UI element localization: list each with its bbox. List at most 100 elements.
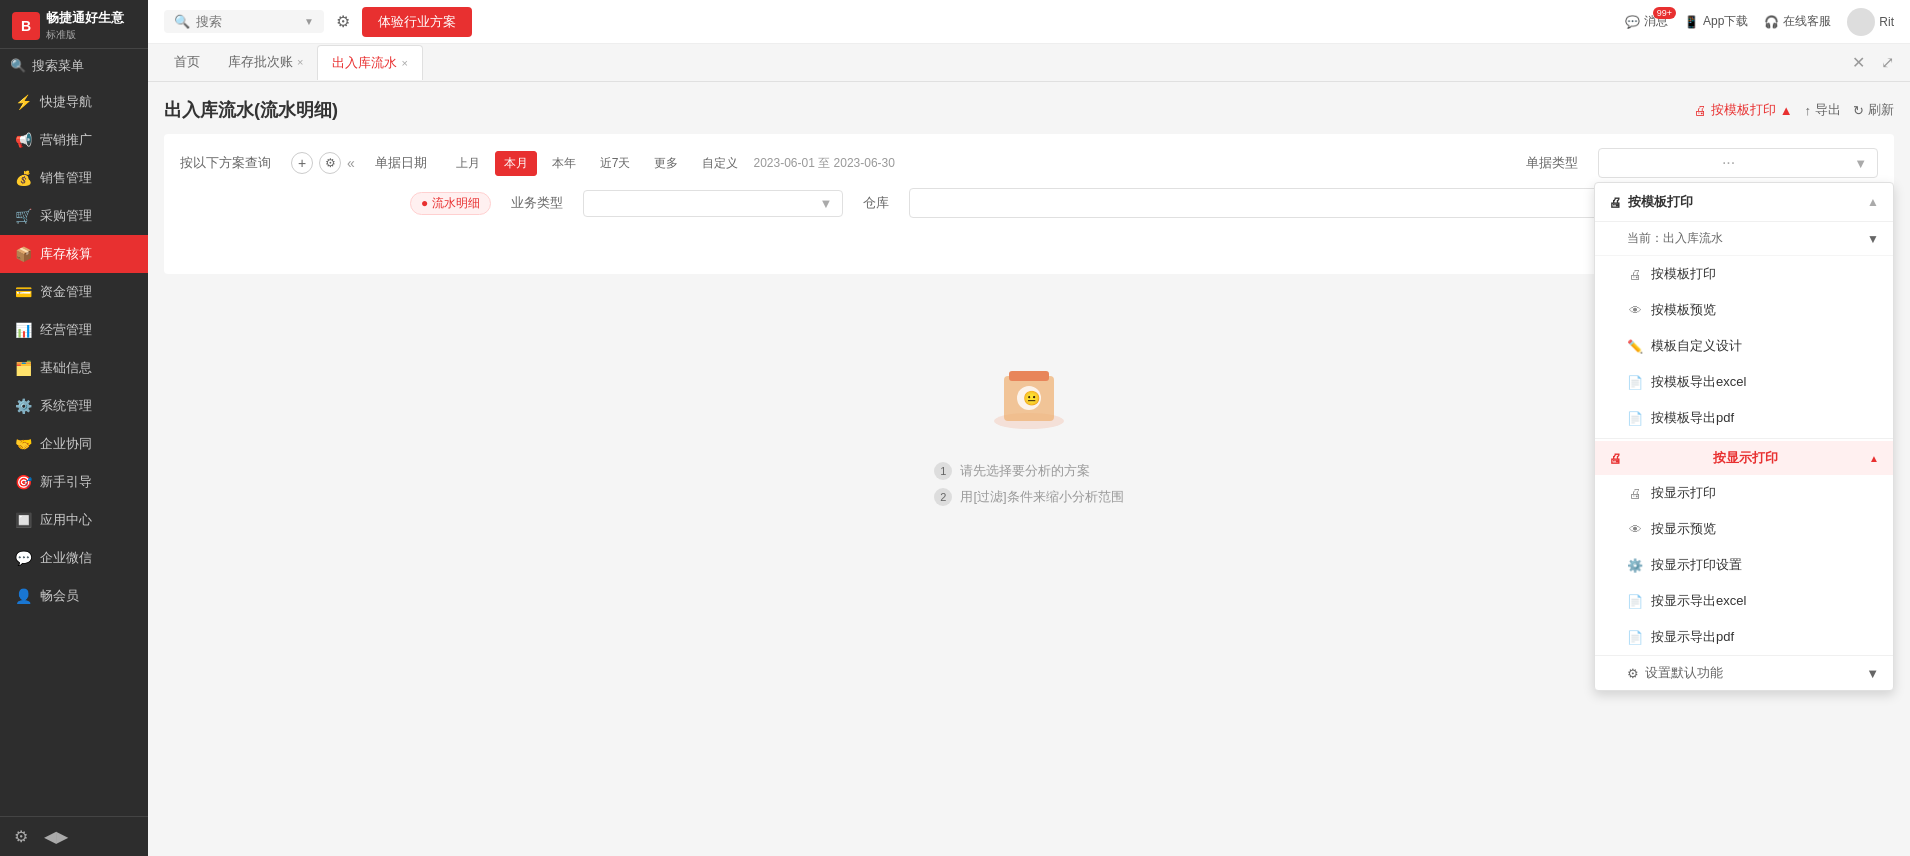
finance-icon: 💳: [14, 283, 32, 301]
sidebar-item-base[interactable]: 🗂️ 基础信息: [0, 349, 148, 387]
dropdown-title: 🖨 按模板打印: [1609, 193, 1693, 211]
date-this-month[interactable]: 本月: [495, 151, 537, 176]
refresh-label: 刷新: [1868, 101, 1894, 119]
sidebar-item-label: 采购管理: [40, 207, 92, 225]
empty-step-1: 1 请先选择要分析的方案: [934, 462, 1123, 480]
filter-tag-detail[interactable]: ● 流水明细: [410, 192, 491, 215]
sidebar-item-member[interactable]: 👤 畅会员: [0, 577, 148, 615]
expand-icon[interactable]: ⤢: [1877, 51, 1898, 74]
user-name: Rit: [1879, 15, 1894, 29]
tab-home[interactable]: 首页: [160, 45, 214, 81]
filter-add-button[interactable]: +: [291, 152, 313, 174]
dropdown-item-template-custom[interactable]: ✏️ 模板自定义设计: [1595, 328, 1893, 364]
app-download-button[interactable]: 📱 App下载: [1684, 13, 1748, 30]
message-badge: 99+: [1653, 7, 1676, 19]
topbar-search-wrap[interactable]: 🔍 ▼: [164, 10, 324, 33]
sidebar-item-guide[interactable]: 🎯 新手引导: [0, 463, 148, 501]
search-icon: 🔍: [10, 58, 26, 73]
dropdown-current-item[interactable]: 当前：出入库流水 ▼: [1595, 222, 1893, 256]
dropdown-header-arrow-icon[interactable]: ▲: [1867, 195, 1879, 209]
sidebar-item-quick-nav[interactable]: ⚡ 快捷导航: [0, 83, 148, 121]
tag-icon: ●: [421, 196, 428, 210]
sidebar-item-sales[interactable]: 💰 销售管理: [0, 159, 148, 197]
business-type-arrow-icon: ▼: [819, 196, 832, 211]
headset-icon: 🎧: [1764, 15, 1779, 29]
refresh-button[interactable]: ↻ 刷新: [1853, 101, 1894, 119]
topbar-search-input[interactable]: [196, 14, 298, 29]
sidebar-item-finance[interactable]: 💳 资金管理: [0, 273, 148, 311]
sidebar-item-marketing[interactable]: 📢 营销推广: [0, 121, 148, 159]
print-template-button[interactable]: 🖨 按模板打印 ▲: [1694, 101, 1793, 119]
tab-batch-account-close-icon[interactable]: ×: [297, 56, 303, 68]
date-this-year[interactable]: 本年: [543, 151, 585, 176]
print-template-label: 按模板打印: [1711, 101, 1776, 119]
date-custom[interactable]: 自定义: [693, 151, 747, 176]
tab-batch-account-label: 库存批次账: [228, 53, 293, 71]
display-print-icon: 🖨: [1609, 451, 1622, 466]
user-avatar[interactable]: Rit: [1847, 8, 1894, 36]
sidebar-item-system[interactable]: ⚙️ 系统管理: [0, 387, 148, 425]
date-more[interactable]: 更多: [645, 151, 687, 176]
app-name: 畅捷通好生意: [46, 10, 124, 26]
dropdown-template-section: 当前：出入库流水 ▼ 🖨 按模板打印 👁 按模板预览 ✏️ 模板自定义设计 📄: [1595, 222, 1893, 436]
step-2-num: 2: [934, 488, 952, 506]
quick-nav-icon: ⚡: [14, 93, 32, 111]
topbar: 🔍 ▼ ⚙ 体验行业方案 💬 消息 99+ 📱 App下载 🎧 在线客服 Rit: [148, 0, 1910, 44]
sidebar-item-apps[interactable]: 🔲 应用中心: [0, 501, 148, 539]
export-button[interactable]: ↑ 导出: [1805, 101, 1842, 119]
collapse-sidebar-icon[interactable]: ◀▶: [44, 827, 68, 846]
settings-icon[interactable]: ⚙: [14, 827, 28, 846]
search-dropdown-arrow-icon: ▼: [304, 16, 314, 27]
sidebar-item-purchase[interactable]: 🛒 采购管理: [0, 197, 148, 235]
filter-settings-button[interactable]: ⚙: [319, 152, 341, 174]
sidebar-item-label: 快捷导航: [40, 93, 92, 111]
dropdown-footer[interactable]: ⚙ 设置默认功能 ▼: [1595, 655, 1893, 690]
sidebar-item-inventory[interactable]: 📦 库存核算: [0, 235, 148, 273]
sidebar-bottom: ⚙ ◀▶: [0, 816, 148, 856]
avatar-image: [1847, 8, 1875, 36]
pdf-icon: 📄: [1627, 410, 1643, 426]
export-icon: ↑: [1805, 103, 1812, 118]
dropdown-display-section: 🖨 按显示打印 👁 按显示预览 ⚙️ 按显示打印设置 📄 按显示导出excel …: [1595, 475, 1893, 655]
dropdown-item-display-excel[interactable]: 📄 按显示导出excel: [1595, 583, 1893, 619]
dropdown-item-template-print[interactable]: 🖨 按模板打印: [1595, 256, 1893, 292]
sidebar-item-label: 销售管理: [40, 169, 92, 187]
dropdown-item-display-pdf[interactable]: 📄 按显示导出pdf: [1595, 619, 1893, 655]
sidebar-logo: B 畅捷通好生意 标准版: [0, 0, 148, 49]
sidebar-item-wechat[interactable]: 💬 企业微信: [0, 539, 148, 577]
date-last-month[interactable]: 上月: [447, 151, 489, 176]
section-display-label: 按显示打印: [1713, 449, 1778, 467]
sidebar-item-label: 系统管理: [40, 397, 92, 415]
sidebar-nav: ⚡ 快捷导航 📢 营销推广 💰 销售管理 🛒 采购管理 📦 库存核算 💳 资金管…: [0, 83, 148, 816]
divider: [1595, 438, 1893, 439]
filter-collapse-icon[interactable]: «: [347, 155, 355, 171]
dropdown-item-template-pdf[interactable]: 📄 按模板导出pdf: [1595, 400, 1893, 436]
close-tab-icon[interactable]: ✕: [1848, 51, 1869, 74]
dropdown-item-template-preview[interactable]: 👁 按模板预览: [1595, 292, 1893, 328]
excel-icon: 📄: [1627, 374, 1643, 390]
sidebar-item-operations[interactable]: 📊 经营管理: [0, 311, 148, 349]
page-content: 出入库流水(流水明细) 🖨 按模板打印 ▲ ↑ 导出 ↻ 刷新: [148, 82, 1910, 856]
dropdown-item-display-settings[interactable]: ⚙️ 按显示打印设置: [1595, 547, 1893, 583]
sidebar-item-cooperation[interactable]: 🤝 企业协同: [0, 425, 148, 463]
dropdown-item-display-print[interactable]: 🖨 按显示打印: [1595, 475, 1893, 511]
tab-flow-close-icon[interactable]: ×: [401, 57, 407, 69]
dropdown-display-section-title[interactable]: 🖨 按显示打印 ▲: [1595, 441, 1893, 475]
step-2-text: 用[过滤]条件来缩小分析范围: [960, 488, 1123, 506]
message-icon: 💬: [1625, 15, 1640, 29]
business-type-select[interactable]: ▼: [583, 190, 843, 217]
tab-batch-account[interactable]: 库存批次账 ×: [214, 45, 317, 81]
footer-arrow-icon: ▼: [1866, 666, 1879, 681]
tab-flow[interactable]: 出入库流水 ×: [317, 45, 422, 80]
message-button[interactable]: 💬 消息 99+: [1625, 13, 1668, 30]
dropdown-item-display-preview[interactable]: 👁 按显示预览: [1595, 511, 1893, 547]
trial-button[interactable]: 体验行业方案: [362, 7, 472, 37]
footer-label: 设置默认功能: [1645, 664, 1723, 682]
date-7days[interactable]: 近7天: [591, 151, 640, 176]
sidebar-search[interactable]: 🔍 搜索菜单: [0, 49, 148, 83]
filter-tag-label: 流水明细: [432, 195, 480, 212]
bill-type-select[interactable]: ··· ▼: [1598, 148, 1878, 178]
topbar-gear-icon[interactable]: ⚙: [336, 12, 350, 31]
dropdown-item-template-excel[interactable]: 📄 按模板导出excel: [1595, 364, 1893, 400]
customer-service-button[interactable]: 🎧 在线客服: [1764, 13, 1831, 30]
